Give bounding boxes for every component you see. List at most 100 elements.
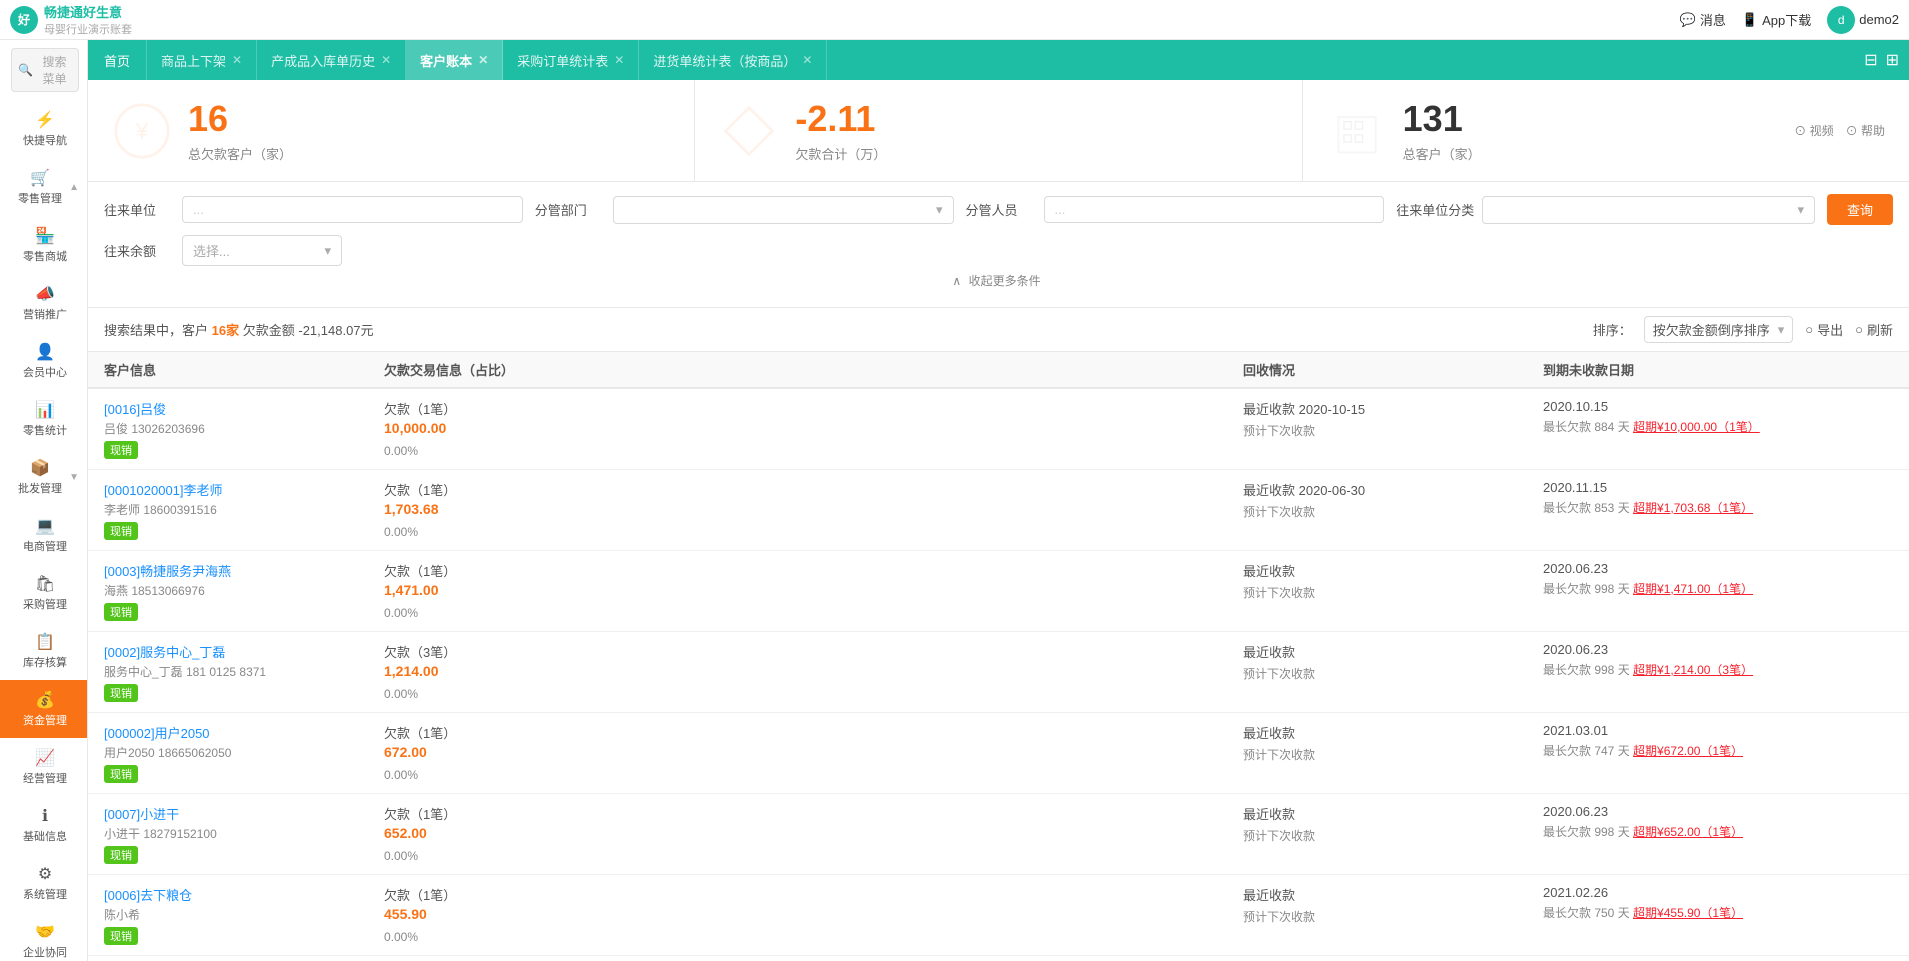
filter-balance-select[interactable]: 选择... ▾ [182,235,342,266]
sidebar-item-collab[interactable]: 🤝 企业协同 [0,912,87,961]
sidebar-item-system[interactable]: ⚙ 系统管理 [0,854,87,912]
customer-info-4: [000002]用户2050 用户2050 18665062050 现销 [104,723,384,783]
recovery-row-2: 最近收款 [1243,561,1543,580]
sidebar-item-operations[interactable]: 📈 经营管理 [0,738,87,796]
results-amount: -21,148.07元 [298,323,373,338]
tab-production-history[interactable]: 产成品入库单历史 ✕ [257,40,406,80]
wholesale-label: 批发管理 [11,480,69,496]
filter-source-unit-input[interactable]: ... [182,196,523,223]
tab-purchase-stats[interactable]: 采购订单统计表 ✕ [503,40,639,80]
sidebar-search-item[interactable]: 🔍 搜索菜单 [0,40,87,100]
recovery-info-3: 最近收款 预计下次收款 [1243,642,1543,682]
overdue-link-0[interactable]: 超期¥10,000.00（1笔） [1633,420,1760,434]
sidebar-item-retail-stats[interactable]: 📊 零售统计 [0,390,87,448]
system-label: 系统管理 [7,886,83,902]
brand-subtitle: 母婴行业演示账套 [44,21,132,37]
stat-top-actions: ⊙ 视频 ⊙ 帮助 [1794,122,1885,139]
customer-name-2[interactable]: [0003]畅捷服务尹海燕 [104,564,231,579]
sidebar-item-purchase[interactable]: 🛍 采购管理 [0,564,87,622]
basic-info-icon: ℹ [7,806,83,826]
customer-info-0: [0016]吕俊 吕俊 13026203696 现销 [104,399,384,459]
filter-unit-category: 往来单位分类 ▾ [1396,196,1815,224]
customer-info-6: [0006]去下粮仓 陈小希 现销 [104,885,384,945]
sidebar-item-inventory[interactable]: 📋 库存核算 [0,622,87,680]
tab-production-history-close[interactable]: ✕ [381,53,391,67]
sidebar-item-retail-store[interactable]: 🏪 零售商城 [0,216,87,274]
tab-home[interactable]: 首页 [88,40,147,80]
basic-info-label: 基础信息 [7,828,83,844]
sidebar-item-wholesale[interactable]: 📦 批发管理 ▼ [0,448,87,506]
tab-purchase-product-stats-close[interactable]: ✕ [802,53,812,67]
main-content: 首页 商品上下架 ✕ 产成品入库单历史 ✕ 客户账本 ✕ 采购订单统计表 ✕ [88,40,1909,961]
tab-product-listing-close[interactable]: ✕ [232,53,242,67]
sidebar: 🔍 搜索菜单 ⚡ 快捷导航 🛒 零售管理 ▲ 🏪 零售商城 📣 [0,40,88,961]
overdue-link-3[interactable]: 超期¥1,214.00（3笔） [1633,663,1753,677]
filter-department-select[interactable]: ▾ [613,196,954,224]
customer-name-4[interactable]: [000002]用户2050 [104,726,210,741]
debt-ratio-4: 0.00% [384,768,1243,782]
tab-purchase-product-stats-label: 进货单统计表（按商品） [653,51,796,70]
overdue-link-1[interactable]: 超期¥1,703.68（1笔） [1633,501,1753,515]
sort-select[interactable]: 按欠款金额倒序排序 ▾ [1644,316,1794,343]
user-avatar-btn[interactable]: d demo2 [1827,6,1899,34]
app-download-btn[interactable]: 📱 App下载 [1742,10,1811,29]
table-header: 客户信息 欠款交易信息（占比） 回收情况 到期未收款日期 [88,352,1909,389]
tab-collapse-icon[interactable]: ⊟ [1864,50,1877,70]
customer-tag-5: 现销 [104,846,138,864]
sidebar-item-finance[interactable]: 💰 资金管理 [0,680,87,738]
overdue-link-6[interactable]: 超期¥455.90（1笔） [1633,906,1743,920]
next-payment-6: 预计下次收款 [1243,908,1543,925]
home-label: 首页 [104,51,130,70]
next-payment-2: 预计下次收款 [1243,584,1543,601]
debt-amount-2: 1,471.00 [384,582,1243,598]
tab-customer-account-close[interactable]: ✕ [478,53,488,67]
query-button[interactable]: 查询 [1827,194,1893,225]
sidebar-item-ecommerce[interactable]: 💻 电商管理 [0,506,87,564]
customer-name-1[interactable]: [0001020001]李老师 [104,483,223,498]
overdue-days-6: 最长欠款 750 天 [1543,906,1630,920]
export-btn[interactable]: ○ 导出 [1805,320,1843,339]
overdue-link-2[interactable]: 超期¥1,471.00（1笔） [1633,582,1753,596]
collapse-bar[interactable]: ∧ 收起更多条件 [104,266,1893,295]
customer-name-5[interactable]: [0007]小进干 [104,807,179,822]
tab-customer-account[interactable]: 客户账本 ✕ [406,40,503,80]
overdue-detail-6: 最长欠款 750 天 超期¥455.90（1笔） [1543,904,1893,921]
header-debt: 欠款交易信息（占比） [384,360,1243,379]
message-btn[interactable]: 💬 消息 [1680,10,1726,29]
last-payment-4: 最近收款 [1243,723,1295,742]
filter-balance: 往来余额 选择... ▾ [104,235,1893,266]
refresh-btn[interactable]: ○ 刷新 [1855,320,1893,339]
sidebar-item-members[interactable]: 👤 会员中心 [0,332,87,390]
tab-expand-icon[interactable]: ⊞ [1886,50,1899,70]
table-row: [0016]吕俊 吕俊 13026203696 现销 欠款（1笔） 10,000… [88,389,1909,470]
customer-name-0[interactable]: [0016]吕俊 [104,402,166,417]
tab-product-listing[interactable]: 商品上下架 ✕ [147,40,257,80]
recovery-row-5: 最近收款 [1243,804,1543,823]
tab-purchase-product-stats[interactable]: 进货单统计表（按商品） ✕ [639,40,827,80]
sidebar-item-retail-mgmt[interactable]: 🛒 零售管理 ▲ [0,158,87,216]
brand-icon: 好 [10,6,38,34]
help-btn[interactable]: ⊙ 帮助 [1846,122,1885,139]
overdue-link-4[interactable]: 超期¥672.00（1笔） [1633,744,1743,758]
filter-unit-category-select[interactable]: ▾ [1482,196,1815,224]
debt-info-0: 欠款（1笔） 10,000.00 0.00% [384,399,1243,458]
stat-value-debt-customers: 16 总欠款客户（家） [188,98,670,163]
view-btn[interactable]: ⊙ 视频 [1794,122,1833,139]
sidebar-item-marketing[interactable]: 📣 营销推广 [0,274,87,332]
finance-label: 资金管理 [7,712,83,728]
debt-ratio-2: 0.00% [384,606,1243,620]
sort-arrow: ▾ [1778,322,1785,338]
tab-purchase-stats-close[interactable]: ✕ [614,53,624,67]
filter-manager-input[interactable]: ... [1044,196,1385,223]
tab-actions: ⊟ ⊞ [1854,40,1909,80]
overdue-link-5[interactable]: 超期¥652.00（1笔） [1633,825,1743,839]
sidebar-item-quick-nav[interactable]: ⚡ 快捷导航 [0,100,87,158]
overdue-detail-5: 最长欠款 998 天 超期¥652.00（1笔） [1543,823,1893,840]
recovery-info-1: 最近收款 2020-06-30 预计下次收款 [1243,480,1543,520]
table-row: [000002]用户2050 用户2050 18665062050 现销 欠款（… [88,713,1909,794]
debt-ratio-0: 0.00% [384,444,1243,458]
customer-name-3[interactable]: [0002]服务中心_丁磊 [104,645,225,660]
customer-name-6[interactable]: [0006]去下粮仓 [104,888,192,903]
retail-stats-label: 零售统计 [7,422,83,438]
sidebar-item-basic-info[interactable]: ℹ 基础信息 [0,796,87,854]
